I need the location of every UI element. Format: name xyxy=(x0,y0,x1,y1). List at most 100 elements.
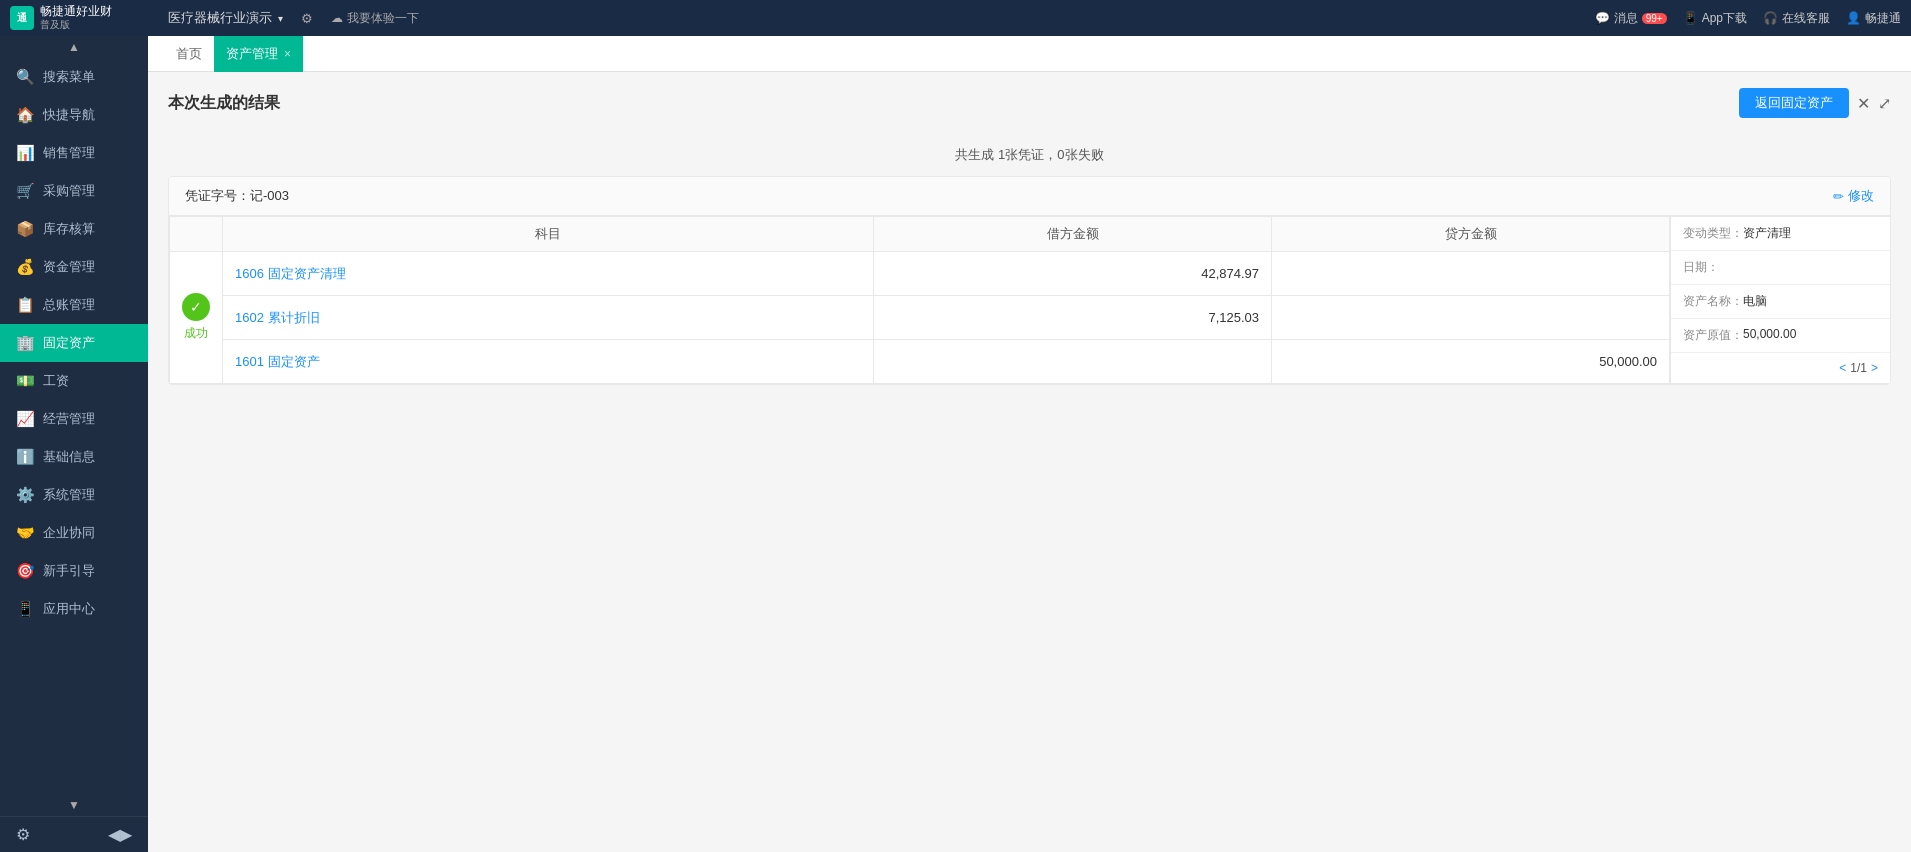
message-icon: 💬 xyxy=(1595,11,1610,25)
sidebar-scroll-up[interactable]: ▲ xyxy=(0,36,148,58)
tab-asset-management-label: 资产管理 xyxy=(226,45,278,63)
footer-collapse-icon[interactable]: ◀▶ xyxy=(108,825,132,844)
phone-icon: 📱 xyxy=(1683,11,1698,25)
fixed-assets-icon: 🏢 xyxy=(16,334,35,352)
debit-col-header: 借方金额 xyxy=(874,217,1272,252)
tab-close-icon[interactable]: × xyxy=(284,47,291,61)
tab-home[interactable]: 首页 xyxy=(164,36,214,72)
sidebar-item-label: 销售管理 xyxy=(43,144,95,162)
user-avatar-icon: 👤 xyxy=(1846,11,1861,25)
pagination-prev[interactable]: < xyxy=(1839,361,1846,375)
sidebar-item-sales[interactable]: 📊 销售管理 xyxy=(0,134,148,172)
return-button[interactable]: 返回固定资产 xyxy=(1739,88,1849,118)
summary-bar: 共生成 1张凭证，0张失败 xyxy=(168,134,1891,176)
sidebar-item-guide[interactable]: 🎯 新手引导 xyxy=(0,552,148,590)
original-value-value: 50,000.00 xyxy=(1743,327,1878,344)
change-type-value: 资产清理 xyxy=(1743,225,1878,242)
debit-cell-3 xyxy=(874,340,1272,384)
sidebar-item-inventory[interactable]: 📦 库存核算 xyxy=(0,210,148,248)
sidebar-item-purchase[interactable]: 🛒 采购管理 xyxy=(0,172,148,210)
main-content: 本次生成的结果 返回固定资产 ✕ ⤢ 共生成 1张凭证，0张失败 凭证字号：记-… xyxy=(148,72,1911,852)
sidebar-item-fixed-assets[interactable]: 🏢 固定资产 xyxy=(0,324,148,362)
project-name: 医疗器械行业演示 xyxy=(168,9,272,27)
sidebar-item-label: 总账管理 xyxy=(43,296,95,314)
sidebar-item-label: 经营管理 xyxy=(43,410,95,428)
sidebar-item-capital[interactable]: 💰 资金管理 xyxy=(0,248,148,286)
sidebar-item-label: 新手引导 xyxy=(43,562,95,580)
side-panel-pagination: < 1/1 > xyxy=(1671,353,1890,383)
guide-icon: 🎯 xyxy=(16,562,35,580)
message-btn[interactable]: 💬 消息 99 xyxy=(1595,10,1667,27)
summary-text: 共生成 1张凭证，0张失败 xyxy=(955,147,1103,162)
success-status-cell: ✓ 成功 xyxy=(170,252,223,384)
service-btn[interactable]: 🎧 在线客服 xyxy=(1763,10,1830,27)
credit-cell-3: 50,000.00 xyxy=(1272,340,1670,384)
edit-button[interactable]: ✏ 修改 xyxy=(1833,187,1874,205)
try-experience[interactable]: ☁ 我要体验一下 xyxy=(331,10,419,27)
user-label: 畅捷通 xyxy=(1865,10,1901,27)
capital-icon: 💰 xyxy=(16,258,35,276)
sales-icon: 📊 xyxy=(16,144,35,162)
purchase-icon: 🛒 xyxy=(16,182,35,200)
close-window-icon[interactable]: ✕ xyxy=(1857,94,1870,113)
footer-settings-icon[interactable]: ⚙ xyxy=(16,825,30,844)
debit-cell-2: 7,125.03 xyxy=(874,296,1272,340)
sidebar-item-operations[interactable]: 📈 经营管理 xyxy=(0,400,148,438)
header-right: 💬 消息 99 📱 App下载 🎧 在线客服 👤 畅捷通 xyxy=(1595,10,1901,27)
credit-cell-2 xyxy=(1272,296,1670,340)
top-header: 通 畅捷通好业财 普及版 医疗器械行业演示 ▾ ⚙ ☁ 我要体验一下 💬 消息 … xyxy=(0,0,1911,36)
page-header: 本次生成的结果 返回固定资产 ✕ ⤢ xyxy=(168,88,1891,118)
voucher-card: 凭证字号：记-003 ✏ 修改 科 xyxy=(168,176,1891,385)
sidebar-footer: ⚙ ◀▶ xyxy=(0,816,148,852)
pagination-next[interactable]: > xyxy=(1871,361,1878,375)
operations-icon: 📈 xyxy=(16,410,35,428)
salary-icon: 💵 xyxy=(16,372,35,390)
settings-icon[interactable]: ⚙ xyxy=(293,4,321,32)
try-label: 我要体验一下 xyxy=(347,10,419,27)
sidebar-item-ledger[interactable]: 📋 总账管理 xyxy=(0,286,148,324)
app-download-btn[interactable]: 📱 App下载 xyxy=(1683,10,1747,27)
sidebar-item-salary[interactable]: 💵 工资 xyxy=(0,362,148,400)
page-title: 本次生成的结果 xyxy=(168,93,280,114)
project-selector[interactable]: 医疗器械行业演示 ▾ xyxy=(158,9,293,27)
tab-asset-management[interactable]: 资产管理 × xyxy=(214,36,303,72)
status-col-header xyxy=(170,217,223,252)
voucher-table-wrap: 科目 借方金额 贷方金额 ✓ 成功 xyxy=(169,216,1890,384)
user-btn[interactable]: 👤 畅捷通 xyxy=(1846,10,1901,27)
sidebar-item-label: 快捷导航 xyxy=(43,106,95,124)
subject-col-header: 科目 xyxy=(223,217,874,252)
sidebar-item-label: 库存核算 xyxy=(43,220,95,238)
expand-window-icon[interactable]: ⤢ xyxy=(1878,94,1891,113)
sidebar-item-search[interactable]: 🔍 搜索菜单 xyxy=(0,58,148,96)
sidebar-item-quick-nav[interactable]: 🏠 快捷导航 xyxy=(0,96,148,134)
pagination-info: 1/1 xyxy=(1850,361,1867,375)
content-area: 首页 资产管理 × 本次生成的结果 返回固定资产 ✕ ⤢ xyxy=(148,36,1911,852)
sidebar-item-label: 工资 xyxy=(43,372,69,390)
voucher-table: 科目 借方金额 贷方金额 ✓ 成功 xyxy=(169,216,1670,384)
system-icon: ⚙️ xyxy=(16,486,35,504)
logo-sub: 普及版 xyxy=(40,18,112,32)
basic-info-icon: ℹ️ xyxy=(16,448,35,466)
sidebar-item-app-center[interactable]: 📱 应用中心 xyxy=(0,590,148,628)
side-panel-change-type: 变动类型： 资产清理 xyxy=(1671,217,1890,251)
subject-cell-3[interactable]: 1601 固定资产 xyxy=(223,340,874,384)
sidebar-item-system[interactable]: ⚙️ 系统管理 xyxy=(0,476,148,514)
side-panel-original-value: 资产原值： 50,000.00 xyxy=(1671,319,1890,353)
sidebar-item-basic-info[interactable]: ℹ️ 基础信息 xyxy=(0,438,148,476)
debit-cell-1: 42,874.97 xyxy=(874,252,1272,296)
headset-icon: 🎧 xyxy=(1763,11,1778,25)
message-label: 消息 xyxy=(1614,10,1638,27)
tab-home-label: 首页 xyxy=(176,45,202,63)
inventory-icon: 📦 xyxy=(16,220,35,238)
credit-col-header: 贷方金额 xyxy=(1272,217,1670,252)
sidebar-scroll-down[interactable]: ▼ xyxy=(0,794,148,816)
original-value-label: 资产原值： xyxy=(1683,327,1743,344)
sidebar-item-label: 搜索菜单 xyxy=(43,68,95,86)
subject-cell-1[interactable]: 1606 固定资产清理 xyxy=(223,252,874,296)
sidebar-item-enterprise[interactable]: 🤝 企业协同 xyxy=(0,514,148,552)
sidebar-item-label: 系统管理 xyxy=(43,486,95,504)
subject-cell-2[interactable]: 1602 累计折旧 xyxy=(223,296,874,340)
asset-name-value: 电脑 xyxy=(1743,293,1878,310)
success-check-icon: ✓ xyxy=(182,293,210,321)
main-layout: ▲ 🔍 搜索菜单 🏠 快捷导航 📊 销售管理 🛒 采购管理 📦 库存核算 xyxy=(0,36,1911,852)
